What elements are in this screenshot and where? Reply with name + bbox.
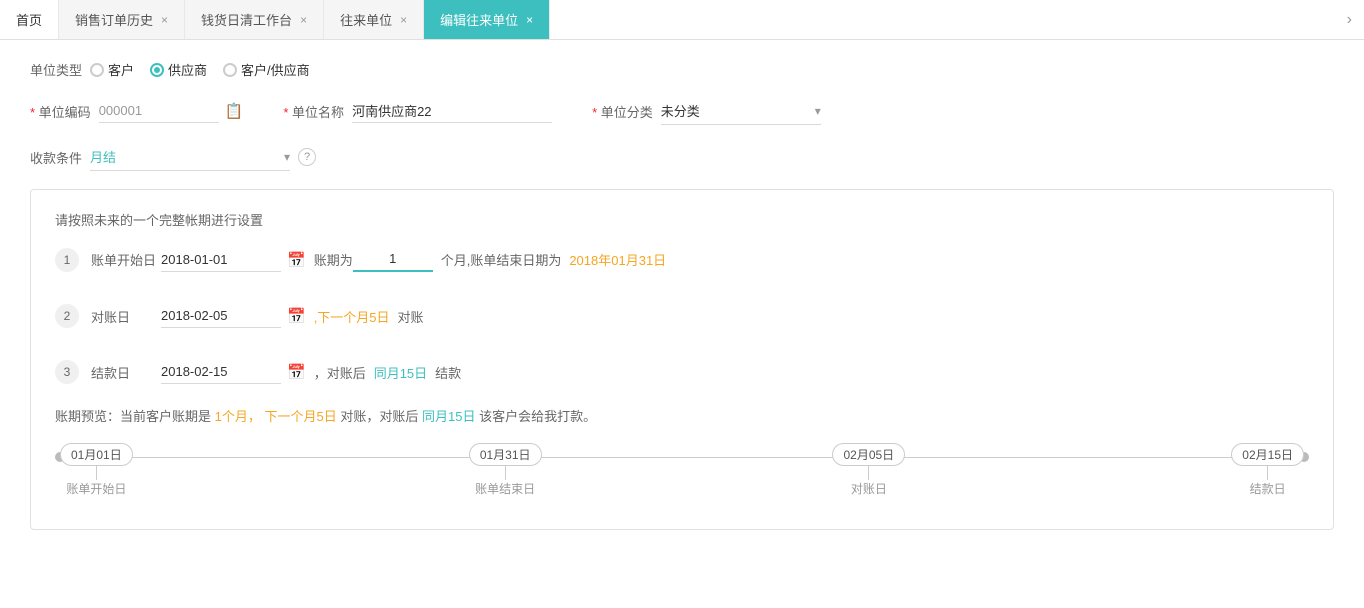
- tl-date-1: 01月01日: [71, 448, 122, 462]
- timeline-node-2: 01月31日 账单结束日: [469, 443, 542, 497]
- payment-label: 收款条件: [30, 148, 82, 167]
- timeline-node-4: 02月15日 结款日: [1231, 443, 1304, 497]
- reconcile-highlight: ,下一个月5日: [314, 307, 390, 326]
- tab-home[interactable]: 首页: [0, 0, 59, 39]
- unit-name-group: 单位名称: [283, 99, 552, 123]
- radio-customer-label: 客户: [108, 60, 134, 79]
- payment-select[interactable]: 月结 ▾: [90, 143, 290, 171]
- tab-edit-close[interactable]: ×: [526, 13, 533, 27]
- payment-desc-prefix: ，对账后: [314, 363, 366, 382]
- setting-row-1: 1 账单开始日 📅 账期为 个月,账单结束日期为 2018年01月31日: [55, 247, 1309, 276]
- tab-sales-label: 销售订单历史: [75, 10, 153, 29]
- payment-row: 收款条件 月结 ▾ ?: [30, 143, 1334, 171]
- period-input[interactable]: [353, 247, 433, 272]
- tl-label-2: 账单结束日: [475, 480, 535, 497]
- main-content: 单位类型 客户 供应商 客户/供应商 单位编码 📋 单位名称: [0, 40, 1364, 608]
- tab-home-label: 首页: [16, 10, 42, 29]
- radio-supplier-label: 供应商: [168, 60, 207, 79]
- period-label: 账期为: [314, 250, 353, 269]
- preview-part2: 下一个月5日: [265, 409, 337, 424]
- start-date-input[interactable]: [161, 248, 281, 272]
- payment-arrow-icon: ▾: [284, 150, 290, 164]
- payment-highlight: 同月15日: [374, 363, 427, 382]
- unit-type-row: 单位类型 客户 供应商 客户/供应商: [30, 60, 1334, 79]
- radio-supplier-circle: [150, 63, 164, 77]
- row-num-3: 3: [55, 360, 79, 384]
- timeline-node-1: 01月01日 账单开始日: [60, 443, 133, 497]
- payment-calendar-icon[interactable]: 📅: [287, 363, 306, 381]
- preview-label: 账期预览：当前客户账期是: [55, 409, 211, 424]
- tab-cash-work[interactable]: 钱货日清工作台 ×: [185, 0, 324, 39]
- unit-class-label: 单位分类: [592, 102, 653, 121]
- payment-desc-suffix: 结款: [435, 363, 461, 382]
- unit-type-radio-group: 客户 供应商 客户/供应商: [90, 60, 310, 79]
- tl-date-3: 02月05日: [843, 448, 894, 462]
- row-num-1: 1: [55, 248, 79, 272]
- tab-bar: 首页 销售订单历史 × 钱货日清工作台 × 往来单位 × 编辑往来单位 × ›: [0, 0, 1364, 40]
- row-num-2: 2: [55, 304, 79, 328]
- tab-sales-close[interactable]: ×: [161, 13, 168, 27]
- copy-icon[interactable]: 📋: [225, 102, 244, 120]
- unit-class-value: 未分类: [661, 97, 811, 124]
- unit-code-input[interactable]: [99, 99, 219, 123]
- unit-name-label: 单位名称: [283, 102, 344, 121]
- preview-part3: 对账，对账后: [340, 409, 418, 424]
- start-date-calendar-icon[interactable]: 📅: [287, 251, 306, 269]
- unit-code-label: 单位编码: [30, 102, 91, 121]
- setting-row-2: 2 对账日 📅 ,下一个月5日 对账: [55, 304, 1309, 332]
- preview-part1: 1个月，: [215, 409, 261, 424]
- timeline-node-3: 02月05日 对账日: [832, 443, 905, 497]
- radio-customer-circle: [90, 63, 104, 77]
- preview-part4: 同月15日: [422, 409, 475, 424]
- preview-text: 账期预览：当前客户账期是 1个月， 下一个月5日 对账，对账后 同月15日 该客…: [55, 406, 1309, 425]
- unit-info-row: 单位编码 📋 单位名称 单位分类 未分类 ▾: [30, 97, 1334, 125]
- unit-code-group: 单位编码 📋: [30, 99, 243, 123]
- tab-cash-label: 钱货日清工作台: [201, 10, 292, 29]
- tab-sales-history[interactable]: 销售订单历史 ×: [59, 0, 185, 39]
- tab-expand-button[interactable]: ›: [1335, 0, 1364, 39]
- preview-part5: 该客户会给我打款。: [479, 409, 596, 424]
- preview-section: 账期预览：当前客户账期是 1个月， 下一个月5日 对账，对账后 同月15日 该客…: [55, 396, 1309, 509]
- tab-cash-close[interactable]: ×: [300, 13, 307, 27]
- setting-row-3: 3 结款日 📅 ，对账后 同月15日 结款: [55, 360, 1309, 388]
- row-label-2: 对账日: [91, 307, 141, 326]
- radio-both[interactable]: 客户/供应商: [223, 60, 310, 79]
- unit-name-input[interactable]: [352, 99, 552, 123]
- tl-date-4: 02月15日: [1242, 448, 1293, 462]
- row-label-3: 结款日: [91, 363, 141, 382]
- tab-edit-label: 编辑往来单位: [440, 10, 518, 29]
- unit-class-arrow-icon: ▾: [815, 104, 821, 118]
- tab-edit-partner[interactable]: 编辑往来单位 ×: [424, 0, 550, 39]
- setting-box: 请按照未来的一个完整帐期进行设置 1 账单开始日 📅 账期为 个月,账单结束日期…: [30, 189, 1334, 530]
- radio-both-circle: [223, 63, 237, 77]
- unit-type-label: 单位类型: [30, 60, 82, 79]
- tl-label-3: 对账日: [851, 480, 887, 497]
- reconcile-calendar-icon[interactable]: 📅: [287, 307, 306, 325]
- payment-value: 月结: [90, 143, 280, 170]
- payment-date-input[interactable]: [161, 360, 281, 384]
- payment-help-icon[interactable]: ?: [298, 148, 316, 166]
- radio-supplier[interactable]: 供应商: [150, 60, 207, 79]
- tab-partner[interactable]: 往来单位 ×: [324, 0, 424, 39]
- tab-partner-label: 往来单位: [340, 10, 392, 29]
- radio-customer[interactable]: 客户: [90, 60, 134, 79]
- timeline-wrapper: 01月01日 账单开始日 01月31日 账单结束日: [55, 449, 1309, 509]
- row-label-1: 账单开始日: [91, 250, 141, 269]
- period-suffix: 个月,账单结束日期为: [441, 250, 562, 269]
- tl-label-1: 账单开始日: [66, 480, 126, 497]
- unit-class-select[interactable]: 未分类 ▾: [661, 97, 821, 125]
- reconcile-date-input[interactable]: [161, 304, 281, 328]
- end-date-highlight: 2018年01月31日: [569, 250, 666, 269]
- tl-date-2: 01月31日: [480, 448, 531, 462]
- reconcile-suffix: 对账: [398, 307, 424, 326]
- tab-partner-close[interactable]: ×: [400, 13, 407, 27]
- radio-both-label: 客户/供应商: [241, 60, 310, 79]
- tl-label-4: 结款日: [1250, 480, 1286, 497]
- unit-class-group: 单位分类 未分类 ▾: [592, 97, 821, 125]
- setting-box-title: 请按照未来的一个完整帐期进行设置: [55, 210, 1309, 229]
